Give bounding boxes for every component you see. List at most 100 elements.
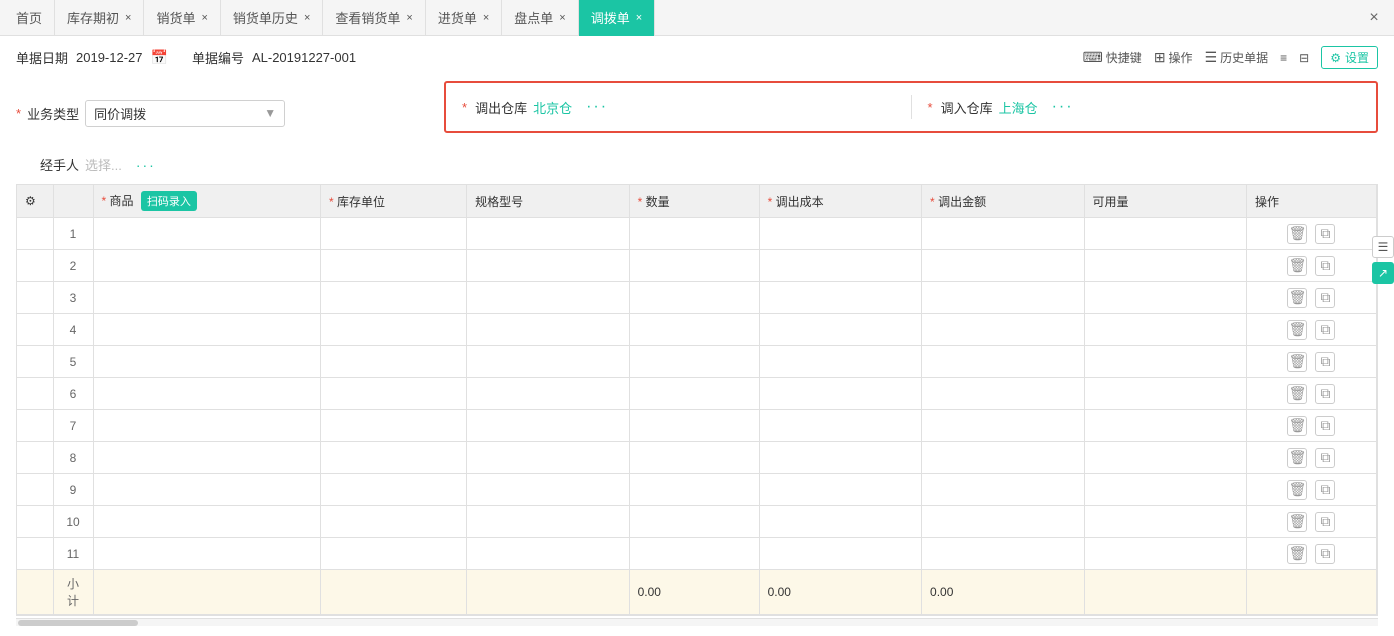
- delete-row-button[interactable]: 🗑: [1287, 224, 1307, 244]
- shortcut-icon: ⌨: [1083, 49, 1103, 66]
- copy-row-button[interactable]: ⧉: [1315, 544, 1335, 564]
- tab-sales-history[interactable]: 销货单历史 ×: [221, 0, 323, 36]
- delete-row-button[interactable]: 🗑: [1287, 448, 1307, 468]
- handler-more-button[interactable]: ···: [136, 157, 156, 173]
- tab-transfer-close[interactable]: ×: [636, 12, 642, 24]
- tab-stocktake-close[interactable]: ×: [559, 12, 565, 24]
- tab-view-sales[interactable]: 查看销货单 ×: [323, 0, 425, 36]
- delete-row-button[interactable]: 🗑: [1287, 544, 1307, 564]
- copy-row-button[interactable]: ⧉: [1315, 288, 1335, 308]
- ops-button[interactable]: ⊞ 操作: [1154, 49, 1193, 66]
- calendar-icon[interactable]: 📅: [151, 49, 168, 66]
- tab-stocktake[interactable]: 盘点单 ×: [502, 0, 578, 36]
- tab-purchase[interactable]: 进货单 ×: [426, 0, 502, 36]
- business-required-mark: *: [16, 106, 21, 121]
- tab-sales-history-label: 销货单历史: [233, 8, 298, 27]
- unit-cell[interactable]: [320, 218, 466, 250]
- tab-inventory-init[interactable]: 库存期初 ×: [55, 0, 144, 36]
- tab-inventory-init-label: 库存期初: [67, 8, 119, 27]
- delete-row-button[interactable]: 🗑: [1287, 480, 1307, 500]
- select-arrow-icon: ▼: [264, 106, 276, 120]
- copy-row-button[interactable]: ⧉: [1315, 480, 1335, 500]
- in-warehouse-more-button[interactable]: ···: [1052, 98, 1074, 116]
- row-no: 8: [53, 442, 93, 474]
- col-unit-label: 库存单位: [337, 195, 385, 209]
- col-header-no: [53, 185, 93, 218]
- business-type-select[interactable]: 同价调拨 ▼: [85, 100, 285, 127]
- tab-sales-history-close[interactable]: ×: [304, 12, 310, 24]
- tab-transfer[interactable]: 调拨单 ×: [579, 0, 655, 36]
- col-amount-label: 调出金额: [938, 195, 986, 209]
- row-no: 3: [53, 282, 93, 314]
- scrollbar-thumb[interactable]: [18, 620, 138, 626]
- col-header-settings[interactable]: ⚙: [17, 185, 53, 218]
- tab-view-sales-label: 查看销货单: [335, 8, 400, 27]
- history-button[interactable]: ☰ 历史单据: [1205, 49, 1269, 66]
- delete-row-button[interactable]: 🗑: [1287, 320, 1307, 340]
- tab-inventory-init-close[interactable]: ×: [125, 12, 131, 24]
- tab-sales-order[interactable]: 销货单 ×: [144, 0, 220, 36]
- copy-row-button[interactable]: ⧉: [1315, 512, 1335, 532]
- sidebar-list-icon-button[interactable]: ☰: [1372, 236, 1394, 258]
- doc-number-label: 单据编号: [192, 48, 244, 67]
- copy-row-button[interactable]: ⧉: [1315, 256, 1335, 276]
- col-cost-label: 调出成本: [776, 195, 824, 209]
- handler-select[interactable]: 选择...: [85, 155, 122, 174]
- close-all-tabs-button[interactable]: ×: [1358, 0, 1390, 36]
- warehouse-out-group: * 调出仓库 北京仓 ···: [462, 98, 895, 117]
- delete-row-button[interactable]: 🗑: [1287, 512, 1307, 532]
- cost-cell[interactable]: [759, 218, 921, 250]
- tab-view-sales-close[interactable]: ×: [406, 12, 412, 24]
- settings-button[interactable]: ⚙ 设置: [1321, 46, 1378, 69]
- delete-row-button[interactable]: 🗑: [1287, 352, 1307, 372]
- in-warehouse-label: 调入仓库: [941, 98, 993, 117]
- table-row: 5🗑⧉: [17, 346, 1377, 378]
- delete-row-button[interactable]: 🗑: [1287, 288, 1307, 308]
- table-row: 3 🗑 ⧉: [17, 282, 1377, 314]
- layout-btn-2[interactable]: ⊟: [1299, 51, 1309, 65]
- out-warehouse-value: 北京仓: [533, 98, 572, 117]
- delete-row-button[interactable]: 🗑: [1287, 256, 1307, 276]
- table-header-row: ⚙ * 商品 扫码录入 * 库存单位 规格型号 * 数量: [17, 185, 1377, 218]
- table-row: 9🗑⧉: [17, 474, 1377, 506]
- spec-cell[interactable]: [467, 218, 629, 250]
- shortcut-label: 快捷键: [1106, 49, 1142, 66]
- goods-cell[interactable]: [93, 218, 320, 250]
- tab-home[interactable]: 首页: [4, 0, 55, 36]
- shortcut-button[interactable]: ⌨ 快捷键: [1083, 49, 1142, 66]
- table-row: 8 🗑 ⧉: [17, 442, 1377, 474]
- horizontal-scrollbar[interactable]: [16, 618, 1378, 626]
- subtotal-qty: 0.00: [629, 570, 759, 615]
- tab-sales-order-close[interactable]: ×: [201, 12, 207, 24]
- copy-row-button[interactable]: ⧉: [1315, 320, 1335, 340]
- table-row: 10🗑⧉: [17, 506, 1377, 538]
- form-header: 单据日期 2019-12-27 📅 单据编号 AL-20191227-001 ⌨…: [16, 46, 1378, 69]
- copy-row-button[interactable]: ⧉: [1315, 384, 1335, 404]
- subtotal-label: 小计: [53, 570, 93, 615]
- tab-stocktake-label: 盘点单: [514, 8, 553, 27]
- settings-gear-icon: ⚙: [1330, 51, 1341, 65]
- delete-row-button[interactable]: 🗑: [1287, 384, 1307, 404]
- amount-cell[interactable]: [922, 218, 1084, 250]
- copy-row-button[interactable]: ⧉: [1315, 224, 1335, 244]
- doc-info: 单据日期 2019-12-27 📅 单据编号 AL-20191227-001: [16, 48, 356, 67]
- right-sidebar: ☰ ↗: [1372, 36, 1394, 284]
- scan-button[interactable]: 扫码录入: [141, 191, 197, 211]
- sidebar-export-icon-button[interactable]: ↗: [1372, 262, 1394, 284]
- copy-row-button[interactable]: ⧉: [1315, 416, 1335, 436]
- table-row: 6🗑⧉: [17, 378, 1377, 410]
- col-header-amount: * 调出金额: [922, 185, 1084, 218]
- table-row: 4🗑⧉: [17, 314, 1377, 346]
- delete-row-button[interactable]: 🗑: [1287, 416, 1307, 436]
- business-type-value: 同价调拨: [94, 104, 146, 123]
- out-warehouse-more-button[interactable]: ···: [586, 98, 608, 116]
- qty-cell[interactable]: [629, 218, 759, 250]
- layout-btn-1[interactable]: ≡: [1280, 51, 1287, 65]
- tab-purchase-close[interactable]: ×: [483, 12, 489, 24]
- business-type-field: * 业务类型 同价调拨 ▼: [16, 81, 436, 145]
- copy-row-button[interactable]: ⧉: [1315, 448, 1335, 468]
- copy-row-button[interactable]: ⧉: [1315, 352, 1335, 372]
- col-qty-label: 数量: [646, 195, 670, 209]
- col-header-ops: 操作: [1246, 185, 1376, 218]
- handler-label: 经手人: [40, 155, 79, 174]
